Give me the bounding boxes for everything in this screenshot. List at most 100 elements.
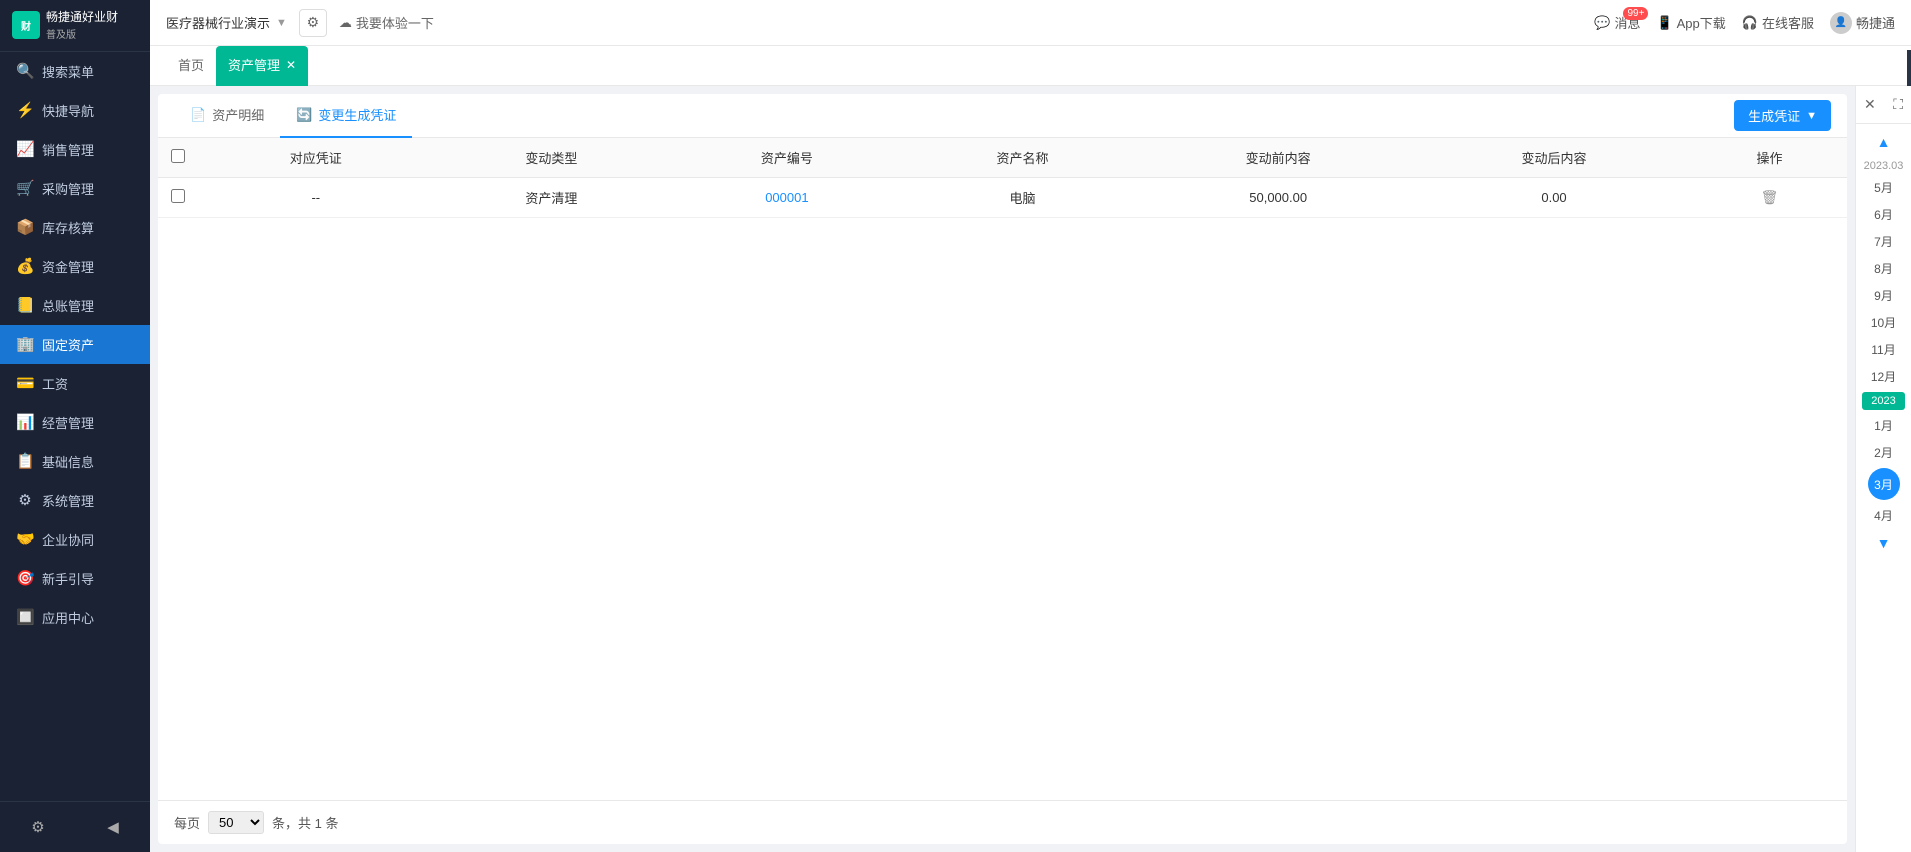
sidebar-item-label-fixed-assets: 固定资产: [42, 335, 94, 354]
change-voucher-label: 变更生成凭证: [318, 105, 396, 124]
tab-close-asset-mgmt[interactable]: ✕: [286, 58, 296, 72]
main-container: 医疗器械行业演示 ▼ ⚙ ☁ 我要体验一下 💬 消息 99+ 📱 App下载 🎧…: [150, 0, 1911, 852]
th-asset-no: 资产编号: [669, 138, 905, 178]
sidebar-item-enterprise[interactable]: 🤝 企业协同: [0, 520, 150, 559]
salary-icon: 💳: [16, 374, 34, 392]
sidebar-item-operations[interactable]: 📊 经营管理: [0, 403, 150, 442]
online-service-button[interactable]: 🎧 在线客服: [1742, 13, 1814, 32]
page-size-select[interactable]: 50 10 20 100: [208, 811, 264, 834]
table-row: -- 资产清理 000001 电脑 50,000.00 0.00 🗑: [158, 178, 1847, 218]
user-avatar: 👤: [1830, 12, 1852, 34]
row-before-change-0: 50,000.00: [1140, 178, 1416, 218]
th-change-type: 变动类型: [434, 138, 670, 178]
sidebar-nav: 🔍 搜索菜单 ⚡ 快捷导航 📈 销售管理 🛒 采购管理 📦 库存核算 💰 资金管…: [0, 52, 150, 801]
messages-badge: 99+: [1623, 7, 1648, 20]
calendar-month-13[interactable]: 4月: [1856, 502, 1911, 529]
sidebar-item-inventory[interactable]: 📦 库存核算: [0, 208, 150, 247]
change-voucher-icon: 🔄: [296, 107, 312, 123]
basic-info-icon: 📋: [16, 452, 34, 470]
calendar-month-10[interactable]: 1月: [1856, 412, 1911, 439]
content-area: 📄 资产明细 🔄 变更生成凭证 生成凭证 ▼: [150, 86, 1911, 852]
sidebar-item-fixed-assets[interactable]: 🏢 固定资产: [0, 325, 150, 364]
company-selector[interactable]: 医疗器械行业演示 ▼: [166, 13, 287, 32]
row-checkbox-cell-0: [158, 178, 198, 218]
calendar-close-button[interactable]: ✕: [1862, 94, 1878, 115]
table-header-row: 对应凭证 变动类型 资产编号 资产名称 变动前内容 变动后内容 操作: [158, 138, 1847, 178]
th-after-change: 变动后内容: [1416, 138, 1692, 178]
calendar-month-11[interactable]: 2月: [1856, 439, 1911, 466]
sidebar-item-label-ledger: 总账管理: [42, 296, 94, 315]
fixed-assets-icon: 🏢: [16, 335, 34, 353]
sidebar-item-salary[interactable]: 💳 工资: [0, 364, 150, 403]
calendar-month-2[interactable]: 6月: [1856, 201, 1911, 228]
sub-tab-asset-detail[interactable]: 📄 资产明细: [174, 94, 280, 138]
th-before-change: 变动前内容: [1140, 138, 1416, 178]
sidebar-item-label-system: 系统管理: [42, 491, 94, 510]
sidebar-item-label-funds: 资金管理: [42, 257, 94, 276]
tab-label-home: 首页: [178, 55, 204, 74]
sidebar-item-basic-info[interactable]: 📋 基础信息: [0, 442, 150, 481]
calendar-scroll-down[interactable]: ▼: [1856, 529, 1911, 557]
sidebar-item-guide[interactable]: 🎯 新手引导: [0, 559, 150, 598]
sidebar-item-system[interactable]: ⚙ 系统管理: [0, 481, 150, 520]
chevron-down-icon: ▼: [276, 17, 287, 29]
sub-tabs: 📄 资产明细 🔄 变更生成凭证 生成凭证 ▼: [158, 94, 1847, 138]
row-after-change-0: 0.00: [1416, 178, 1692, 218]
calendar-month-1[interactable]: 5月: [1856, 174, 1911, 201]
sidebar-item-funds[interactable]: 💰 资金管理: [0, 247, 150, 286]
sidebar-bottom: ⚙ ◀: [0, 801, 150, 852]
th-asset-name: 资产名称: [905, 138, 1141, 178]
generate-label: 生成凭证: [1748, 106, 1800, 125]
generate-voucher-button[interactable]: 生成凭证 ▼: [1734, 100, 1831, 131]
calendar-month-6[interactable]: 10月: [1856, 309, 1911, 336]
logo-text-group: 畅捷通好业财 普及版: [46, 10, 118, 41]
sales-icon: 📈: [16, 140, 34, 158]
calendar-year-label: 2023.03: [1856, 156, 1911, 174]
header-right: 💬 消息 99+ 📱 App下载 🎧 在线客服 👤 畅捷通: [1594, 12, 1895, 34]
sidebar-item-quick-nav[interactable]: ⚡ 快捷导航: [0, 91, 150, 130]
messages-button[interactable]: 💬 消息 99+: [1594, 13, 1640, 32]
sidebar-item-sales[interactable]: 📈 销售管理: [0, 130, 150, 169]
sidebar-item-ledger[interactable]: 📒 总账管理: [0, 286, 150, 325]
th-operation: 操作: [1692, 138, 1847, 178]
calendar-header: ✕ ⛶: [1856, 86, 1911, 124]
calendar-scroll-up[interactable]: ▲: [1856, 128, 1911, 156]
pagination-bar: 每页 50 10 20 100 条，共 1 条: [158, 800, 1847, 844]
tab-home[interactable]: 首页: [166, 46, 216, 86]
system-icon: ⚙: [16, 491, 34, 509]
app-center-icon: 🔲: [16, 608, 34, 626]
sub-tab-change-voucher[interactable]: 🔄 变更生成凭证: [280, 94, 412, 138]
settings-button[interactable]: ⚙: [299, 9, 327, 37]
calendar-month-5[interactable]: 9月: [1856, 282, 1911, 309]
calendar-list: ▲2023.035月6月7月8月9月10月11月12月 2023 1月2月3月4月▼: [1856, 124, 1911, 852]
sidebar-item-purchase[interactable]: 🛒 采购管理: [0, 169, 150, 208]
experience-label: 我要体验一下: [356, 13, 434, 32]
calendar-month-3[interactable]: 7月: [1856, 228, 1911, 255]
top-header: 医疗器械行业演示 ▼ ⚙ ☁ 我要体验一下 💬 消息 99+ 📱 App下载 🎧…: [150, 0, 1911, 46]
sidebar-collapse-btn[interactable]: ◀: [101, 812, 125, 842]
company-name: 医疗器械行业演示: [166, 13, 270, 32]
year-badge-9: 2023: [1862, 392, 1905, 410]
sidebar-item-app-center[interactable]: 🔲 应用中心: [0, 598, 150, 637]
sidebar-item-label-search: 搜索菜单: [42, 62, 94, 81]
row-checkbox-0[interactable]: [171, 189, 185, 203]
experience-icon: ☁: [339, 15, 352, 31]
online-service-label: 在线客服: [1762, 13, 1814, 32]
app-download-button[interactable]: 📱 App下载: [1656, 13, 1725, 32]
select-all-checkbox[interactable]: [171, 149, 185, 163]
quick-nav-icon: ⚡: [16, 101, 34, 119]
tab-asset-mgmt[interactable]: 资产管理✕: [216, 46, 308, 86]
sidebar: 财 畅捷通好业财 普及版 🔍 搜索菜单 ⚡ 快捷导航 📈 销售管理 🛒 采购管理…: [0, 0, 150, 852]
experience-button[interactable]: ☁ 我要体验一下: [339, 13, 434, 32]
total-label: 条，共 1 条: [272, 813, 338, 832]
calendar-month-7[interactable]: 11月: [1856, 336, 1911, 363]
sidebar-item-label-guide: 新手引导: [42, 569, 94, 588]
calendar-month-8[interactable]: 12月: [1856, 363, 1911, 390]
sidebar-settings-btn[interactable]: ⚙: [25, 812, 50, 842]
delete-icon-0[interactable]: 🗑: [1761, 189, 1779, 205]
sidebar-item-search[interactable]: 🔍 搜索菜单: [0, 52, 150, 91]
calendar-month-current[interactable]: 3月: [1868, 468, 1900, 500]
user-info[interactable]: 👤 畅捷通: [1830, 12, 1895, 34]
calendar-month-4[interactable]: 8月: [1856, 255, 1911, 282]
calendar-expand-button[interactable]: ⛶: [1891, 94, 1905, 115]
